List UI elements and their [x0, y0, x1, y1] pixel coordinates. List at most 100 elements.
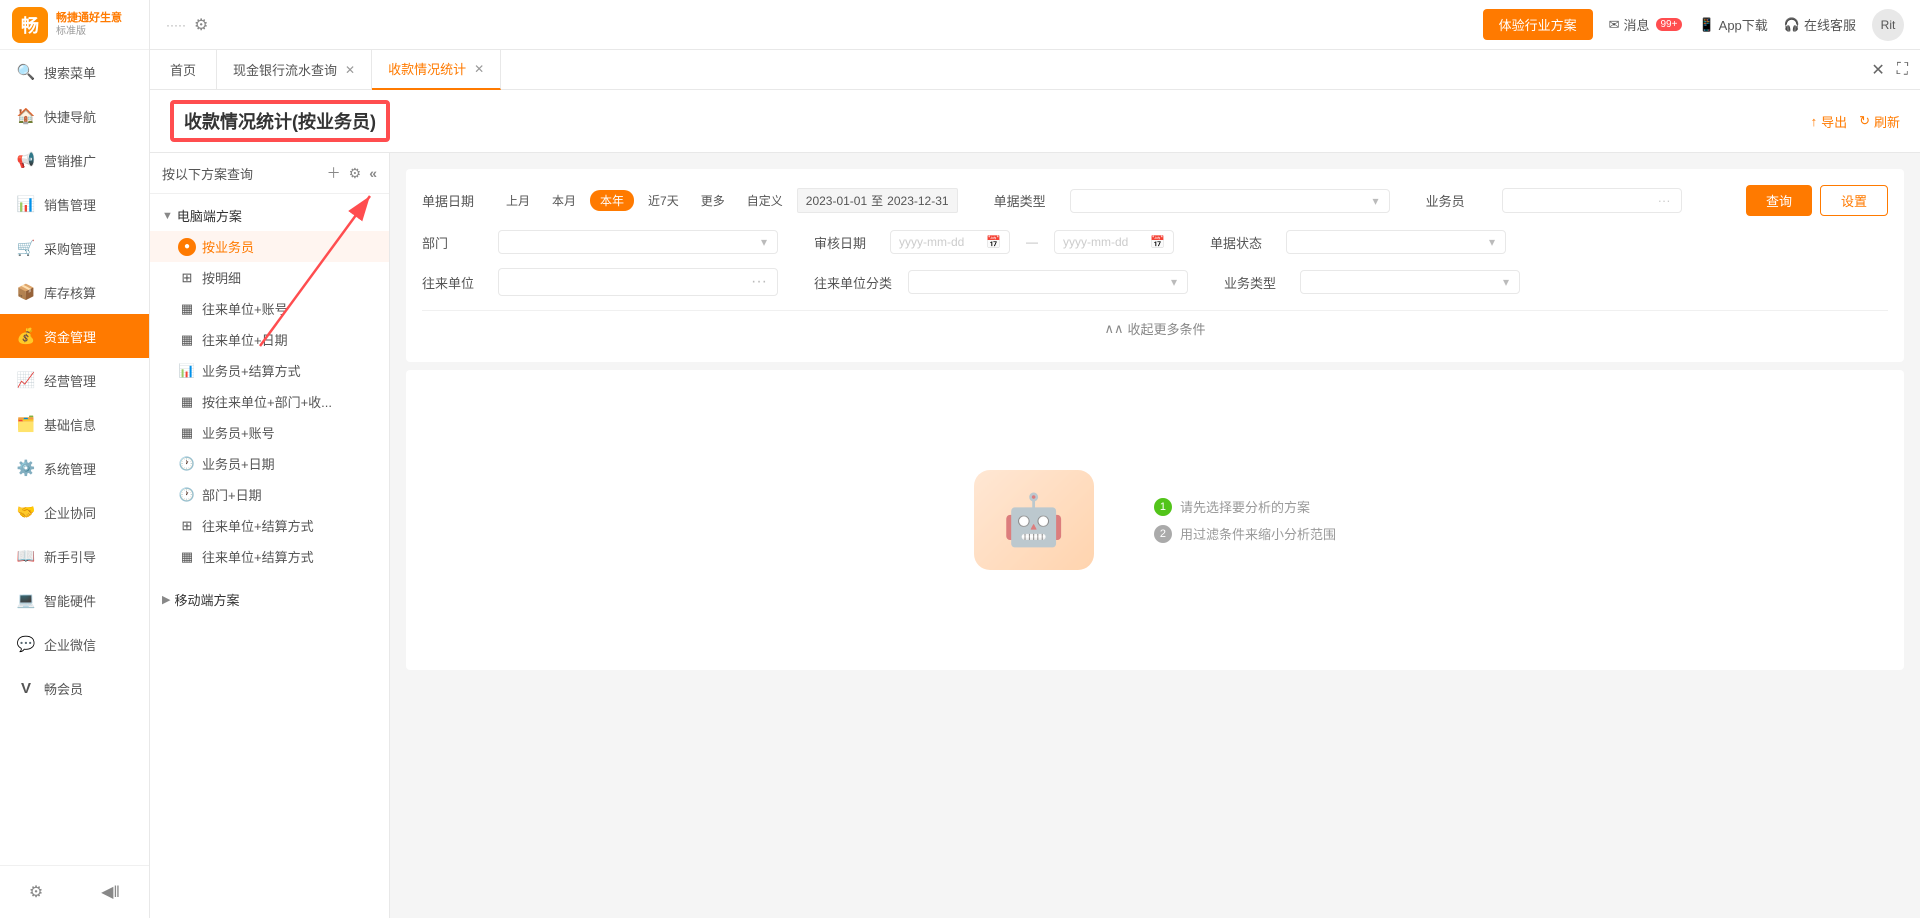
date-opt-7days[interactable]: 近7天	[640, 190, 687, 211]
sidebar-item-corp[interactable]: 🤝 企业协同	[0, 490, 149, 534]
partner-dots[interactable]: ···	[751, 273, 767, 291]
page-title-box: 收款情况统计(按业务员)	[170, 100, 390, 142]
doc-type-select[interactable]: ▾	[1070, 189, 1390, 213]
tree-item-salesman-account[interactable]: ▦ 业务员+账号	[150, 417, 389, 448]
sidebar-item-purchase[interactable]: 🛒 采购管理	[0, 226, 149, 270]
tree-item-salesman[interactable]: ● 按业务员	[150, 231, 389, 262]
tree-item-partner-date[interactable]: ▦ 往来单位+日期	[150, 324, 389, 355]
left-panel-header: 按以下方案查询 ＋ ⚙ «	[150, 153, 389, 194]
tab-bank[interactable]: 现金银行流水查询 ✕	[217, 50, 372, 90]
date-opt-this-month[interactable]: 本月	[544, 190, 584, 211]
tab-bank-close[interactable]: ✕	[345, 63, 355, 77]
settings-topbar-icon[interactable]: ⚙	[194, 15, 208, 35]
clock-icon-1: 🕐	[178, 455, 196, 473]
tree-item-detail[interactable]: ⊞ 按明细	[150, 262, 389, 293]
sidebar-item-marketing[interactable]: 📢 营销推广	[0, 138, 149, 182]
vip-icon: V	[16, 678, 36, 698]
sidebar-item-inventory[interactable]: 📦 库存核算	[0, 270, 149, 314]
collapse-panel-icon[interactable]: «	[369, 165, 377, 181]
tree-section-mobile: ▶ 移动端方案	[150, 578, 389, 621]
user-avatar[interactable]: Rit	[1872, 9, 1904, 41]
tree-parent-desktop[interactable]: ▼ 电脑端方案	[150, 200, 389, 231]
left-panel: 按以下方案查询 ＋ ⚙ «	[150, 153, 390, 918]
partner-select[interactable]: ···	[498, 268, 778, 296]
sidebar-item-search[interactable]: 🔍 搜索菜单	[0, 50, 149, 94]
biz-type-select[interactable]: ▾	[1300, 270, 1520, 294]
sidebar-item-basic[interactable]: 🗂️ 基础信息	[0, 402, 149, 446]
sidebar-item-system[interactable]: ⚙️ 系统管理	[0, 446, 149, 490]
filter-row-3: 往来单位 ··· 往来单位分类 ▾ 业务类型 ▾	[422, 268, 1888, 296]
message-action[interactable]: ✉ 消息 99+	[1609, 15, 1683, 34]
filter-section: 单据日期 上月 本月 本年 近7天 更多 自定义 2023-01-01 至 20…	[406, 169, 1904, 362]
date-opt-last-month[interactable]: 上月	[498, 190, 538, 211]
biz-type-dropdown-icon: ▾	[1503, 275, 1509, 289]
sidebar-menu: 🔍 搜索菜单 🏠 快捷导航 📢 营销推广 📊 销售管理 🛒 采购管理 📦 库存核…	[0, 50, 149, 865]
doc-status-select[interactable]: ▾	[1286, 230, 1506, 254]
dept-label: 部门	[422, 233, 482, 252]
tab-collection[interactable]: 收款情况统计 ✕	[372, 50, 501, 90]
table-icon-2: ▦	[178, 331, 196, 349]
query-button[interactable]: 查询	[1746, 185, 1812, 216]
collapse-icon[interactable]: ◀‖	[93, 874, 128, 910]
review-date-to[interactable]: yyyy-mm-dd 📅	[1054, 230, 1174, 254]
review-date-label: 审核日期	[814, 233, 874, 252]
salesman-select[interactable]: ···	[1502, 188, 1682, 213]
app-download-action[interactable]: 📱 App下载	[1698, 15, 1767, 34]
salesman-dots[interactable]: ···	[1658, 193, 1671, 208]
tab-collection-close[interactable]: ✕	[474, 62, 484, 76]
tree-item-partner-settle2[interactable]: ▦ 往来单位+结算方式	[150, 541, 389, 572]
tabbar-end: ✕ ⛶	[1871, 60, 1920, 80]
sidebar-item-vip[interactable]: V 畅会员	[0, 666, 149, 710]
tree-item-dept-date[interactable]: 🕐 部门+日期	[150, 479, 389, 510]
date-opt-custom[interactable]: 自定义	[739, 190, 791, 211]
tree-item-partner-dept[interactable]: ▦ 按往来单位+部门+收...	[150, 386, 389, 417]
doc-status-dropdown-icon: ▾	[1489, 235, 1495, 249]
tree-item-salesman-date[interactable]: 🕐 业务员+日期	[150, 448, 389, 479]
sidebar-item-hardware[interactable]: 💻 智能硬件	[0, 578, 149, 622]
breadcrumb-text: ·····	[166, 18, 186, 32]
partner-cat-select[interactable]: ▾	[908, 270, 1188, 294]
action-buttons: 查询 设置	[1746, 185, 1888, 216]
tree-parent-mobile[interactable]: ▶ 移动端方案	[150, 584, 389, 615]
topbar-actions: 体验行业方案 ✉ 消息 99+ 📱 App下载 🎧 在线客服 Rit	[1483, 9, 1904, 41]
maximize-icon[interactable]: ⛶	[1897, 61, 1908, 79]
date-opt-more[interactable]: 更多	[693, 190, 733, 211]
right-panel: 单据日期 上月 本月 本年 近7天 更多 自定义 2023-01-01 至 20…	[390, 153, 1920, 918]
close-window-icon[interactable]: ✕	[1871, 60, 1884, 80]
settings-button[interactable]: 设置	[1820, 185, 1888, 216]
add-scheme-icon[interactable]: ＋	[327, 163, 341, 183]
tree-item-partner-settle1[interactable]: ⊞ 往来单位+结算方式	[150, 510, 389, 541]
clock-icon-2: 🕐	[178, 486, 196, 504]
sidebar-item-quicknav[interactable]: 🏠 快捷导航	[0, 94, 149, 138]
dept-select[interactable]: ▾	[498, 230, 778, 254]
purchase-icon: 🛒	[16, 238, 36, 258]
export-button[interactable]: ↑ 导出	[1811, 112, 1848, 131]
tab-home[interactable]: 首页	[150, 50, 217, 90]
tree-item-salesman-settle[interactable]: 📊 业务员+结算方式	[150, 355, 389, 386]
sidebar-item-guide[interactable]: 📖 新手引导	[0, 534, 149, 578]
search-icon: 🔍	[16, 62, 36, 82]
tree-item-partner-account[interactable]: ▦ 往来单位+账号	[150, 293, 389, 324]
collapse-row[interactable]: ∧∧ 收起更多条件	[422, 310, 1888, 346]
export-icon: ↑	[1811, 114, 1818, 129]
wechat-icon: 💬	[16, 634, 36, 654]
review-date-from[interactable]: yyyy-mm-dd 📅	[890, 230, 1010, 254]
empty-state-area: 🤖 1 请先选择要分析的方案 2 用过滤条件来缩小分析范围	[406, 370, 1904, 670]
hardware-icon: 💻	[16, 590, 36, 610]
tip-item-2: 2 用过滤条件来缩小分析范围	[1154, 524, 1336, 543]
trial-button[interactable]: 体验行业方案	[1483, 9, 1593, 40]
dept-dropdown-icon: ▾	[761, 235, 767, 249]
sidebar-item-finance[interactable]: 💰 资金管理	[0, 314, 149, 358]
refresh-button[interactable]: ↻ 刷新	[1859, 112, 1900, 131]
gear-scheme-icon[interactable]: ⚙	[349, 165, 362, 182]
settings-bottom-icon[interactable]: ⚙	[21, 874, 51, 910]
sidebar-item-sales[interactable]: 📊 销售管理	[0, 182, 149, 226]
sidebar-item-wechat[interactable]: 💬 企业微信	[0, 622, 149, 666]
empty-tips: 1 请先选择要分析的方案 2 用过滤条件来缩小分析范围	[1154, 497, 1336, 543]
partner-label: 往来单位	[422, 273, 482, 292]
sidebar-item-operations[interactable]: 📈 经营管理	[0, 358, 149, 402]
table-icon-3: ▦	[178, 393, 196, 411]
online-service-action[interactable]: 🎧 在线客服	[1784, 15, 1856, 34]
date-opt-this-year[interactable]: 本年	[590, 190, 634, 211]
marketing-icon: 📢	[16, 150, 36, 170]
